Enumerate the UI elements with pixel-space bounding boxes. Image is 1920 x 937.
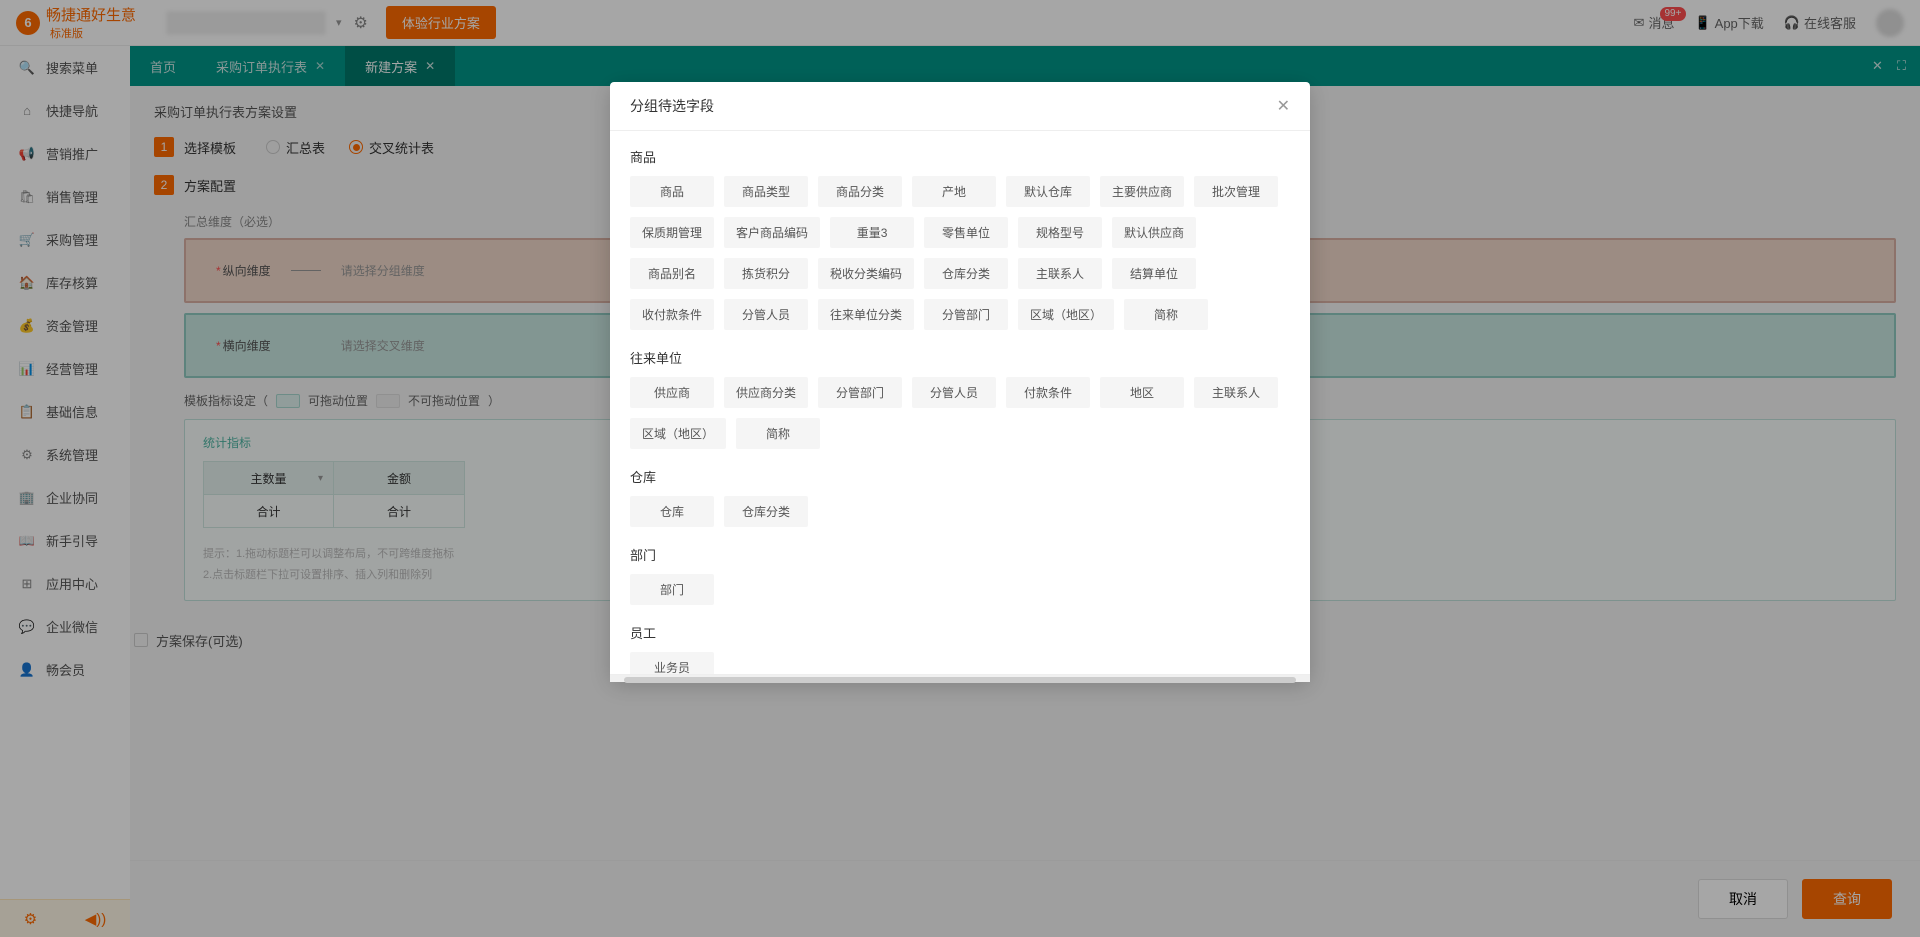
field-chip[interactable]: 默认供应商 — [1112, 217, 1196, 248]
field-chip[interactable]: 分管部门 — [818, 377, 902, 408]
field-chip[interactable]: 付款条件 — [1006, 377, 1090, 408]
field-chip[interactable]: 产地 — [912, 176, 996, 207]
field-chips: 仓库仓库分类 — [630, 496, 1290, 527]
field-chip[interactable]: 主联系人 — [1018, 258, 1102, 289]
field-group-title: 部门 — [630, 545, 1290, 564]
field-chip[interactable]: 主要供应商 — [1100, 176, 1184, 207]
field-chip[interactable]: 结算单位 — [1112, 258, 1196, 289]
field-chip[interactable]: 拣货积分 — [724, 258, 808, 289]
field-chip[interactable]: 商品别名 — [630, 258, 714, 289]
field-chip[interactable]: 供应商 — [630, 377, 714, 408]
field-chip[interactable]: 供应商分类 — [724, 377, 808, 408]
field-group-title: 商品 — [630, 147, 1290, 166]
modal-horizontal-scrollbar[interactable] — [610, 674, 1310, 682]
field-group-title: 往来单位 — [630, 348, 1290, 367]
field-chip[interactable]: 商品分类 — [818, 176, 902, 207]
field-chip[interactable]: 税收分类编码 — [818, 258, 914, 289]
field-chip[interactable]: 分管部门 — [924, 299, 1008, 330]
field-chip[interactable]: 保质期管理 — [630, 217, 714, 248]
field-chip[interactable]: 部门 — [630, 574, 714, 605]
field-group: 往来单位供应商供应商分类分管部门分管人员付款条件地区主联系人区域（地区） 简称 — [630, 348, 1290, 449]
modal-header: 分组待选字段 ✕ — [610, 82, 1310, 131]
field-chip[interactable]: 零售单位 — [924, 217, 1008, 248]
close-icon[interactable]: ✕ — [1277, 96, 1290, 116]
field-chip[interactable]: 简称 — [1124, 299, 1208, 330]
field-chip[interactable]: 分管人员 — [912, 377, 996, 408]
field-chip[interactable]: 分管人员 — [724, 299, 808, 330]
field-group-title: 仓库 — [630, 467, 1290, 486]
field-group: 仓库仓库仓库分类 — [630, 467, 1290, 527]
field-group: 商品商品商品类型商品分类产地默认仓库主要供应商批次管理保质期管理客户商品编码重量… — [630, 147, 1290, 330]
field-chip[interactable]: 商品 — [630, 176, 714, 207]
field-chip[interactable]: 规格型号 — [1018, 217, 1102, 248]
field-group: 部门部门 — [630, 545, 1290, 605]
field-chip[interactable]: 往来单位分类 — [818, 299, 914, 330]
field-chips: 业务员 — [630, 652, 1290, 674]
field-group: 员工业务员 — [630, 623, 1290, 674]
modal-title: 分组待选字段 — [630, 96, 714, 116]
field-chip[interactable]: 仓库分类 — [724, 496, 808, 527]
modal-overlay: 分组待选字段 ✕ 商品商品商品类型商品分类产地默认仓库主要供应商批次管理保质期管… — [0, 0, 1920, 937]
field-chip[interactable]: 主联系人 — [1194, 377, 1278, 408]
field-chips: 部门 — [630, 574, 1290, 605]
field-chips: 商品商品类型商品分类产地默认仓库主要供应商批次管理保质期管理客户商品编码重量3 零… — [630, 176, 1290, 330]
field-chip[interactable]: 批次管理 — [1194, 176, 1278, 207]
field-chip[interactable]: 地区 — [1100, 377, 1184, 408]
field-chip[interactable]: 业务员 — [630, 652, 714, 674]
field-chip[interactable]: 收付款条件 — [630, 299, 714, 330]
field-chip[interactable]: 客户商品编码 — [724, 217, 820, 248]
field-chip[interactable]: 仓库分类 — [924, 258, 1008, 289]
field-chip[interactable]: 简称 — [736, 418, 820, 449]
field-chip[interactable]: 区域（地区） — [630, 418, 726, 449]
field-group-title: 员工 — [630, 623, 1290, 642]
field-chips: 供应商供应商分类分管部门分管人员付款条件地区主联系人区域（地区） 简称 — [630, 377, 1290, 449]
field-chip[interactable]: 重量3 — [830, 217, 914, 248]
field-chip[interactable]: 仓库 — [630, 496, 714, 527]
modal-body[interactable]: 商品商品商品类型商品分类产地默认仓库主要供应商批次管理保质期管理客户商品编码重量… — [610, 131, 1310, 674]
field-chip[interactable]: 默认仓库 — [1006, 176, 1090, 207]
field-select-modal: 分组待选字段 ✕ 商品商品商品类型商品分类产地默认仓库主要供应商批次管理保质期管… — [610, 82, 1310, 682]
field-chip[interactable]: 区域（地区） — [1018, 299, 1114, 330]
field-chip[interactable]: 商品类型 — [724, 176, 808, 207]
